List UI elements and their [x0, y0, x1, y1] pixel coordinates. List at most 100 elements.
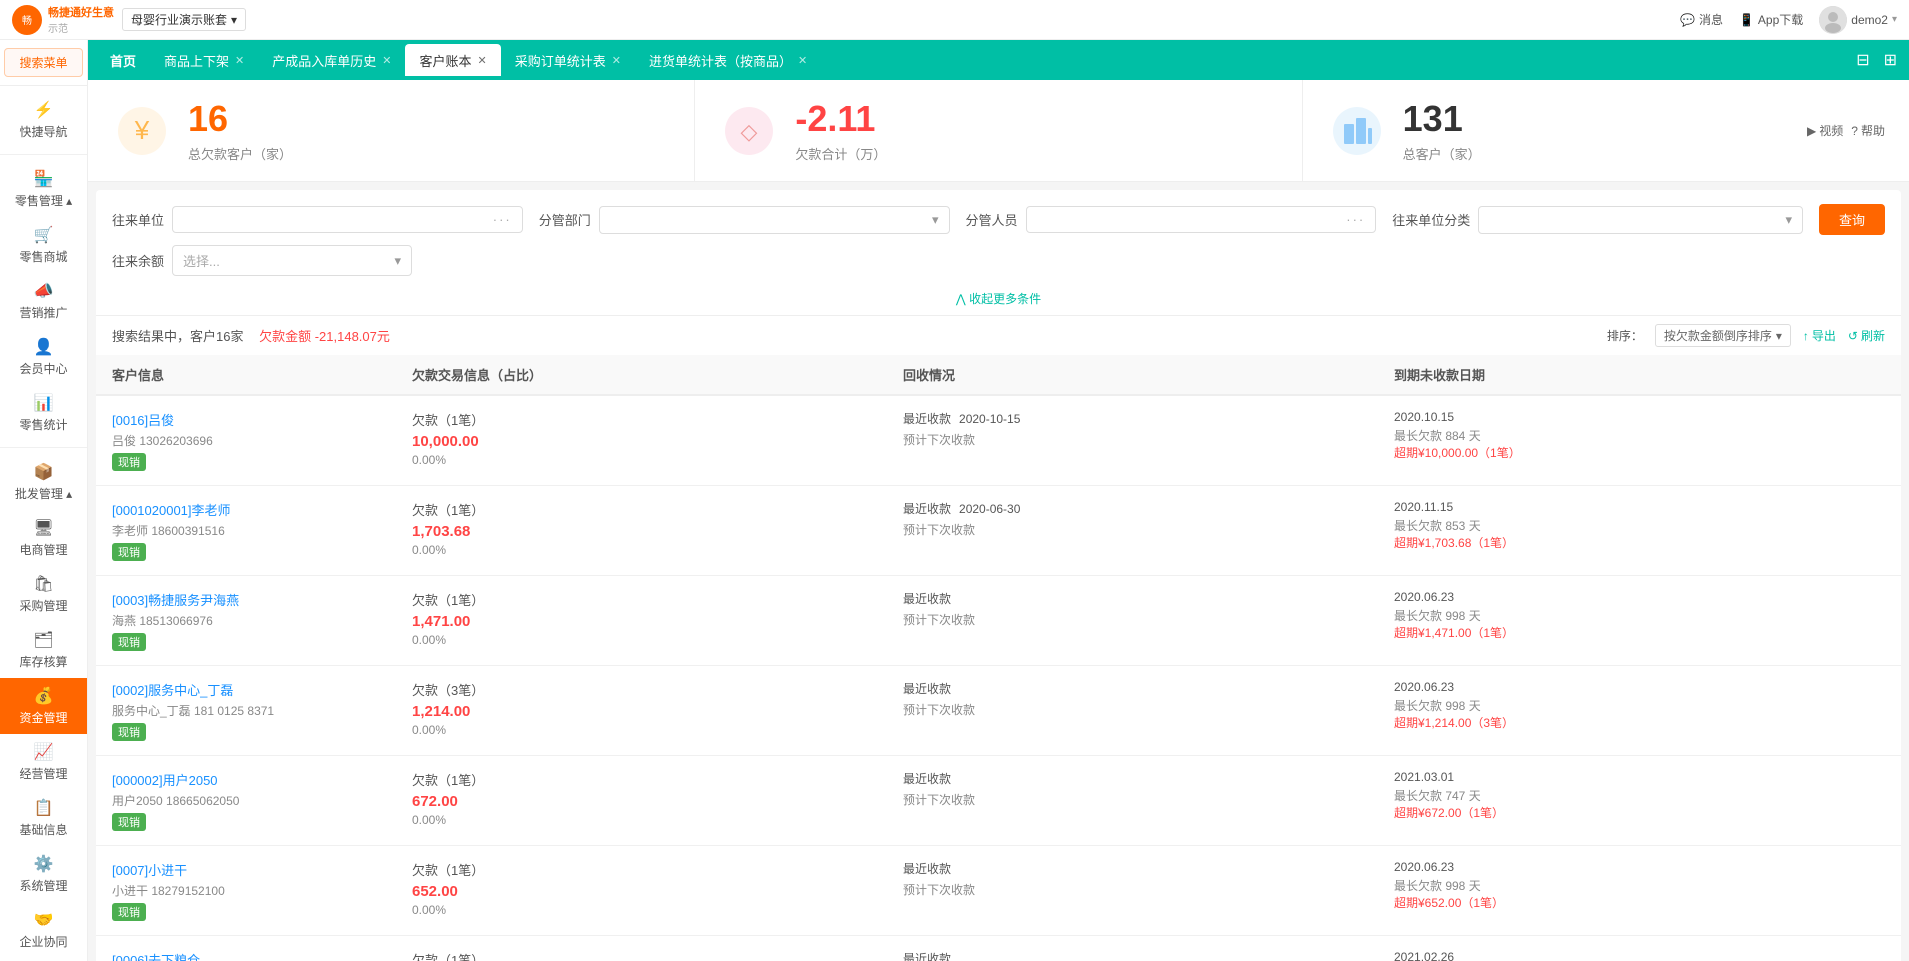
- collapse-btn[interactable]: ⋀ 收起更多条件: [112, 286, 1885, 315]
- export-icon: ↑: [1803, 329, 1809, 343]
- customer-name-0003[interactable]: [0003]畅捷服务尹海燕: [112, 590, 412, 609]
- from-unit-input[interactable]: ···: [172, 206, 523, 233]
- sort-select[interactable]: 按欠款金额倒序排序 ▾: [1655, 324, 1791, 347]
- overdue-amount-0003[interactable]: 超期¥1,471.00（1笔）: [1394, 624, 1885, 641]
- customer-name-0002[interactable]: [0002]服务中心_丁磊: [112, 680, 412, 699]
- table-row: [0016]吕俊 吕俊 13026203696 现销 欠款（1笔） 10,000…: [96, 396, 1901, 486]
- unit-class-select[interactable]: ▾: [1478, 206, 1803, 234]
- search-menu-btn[interactable]: 搜索菜单: [4, 48, 83, 77]
- svg-text:¥: ¥: [134, 115, 150, 145]
- customer-name-0001020001[interactable]: [0001020001]李老师: [112, 500, 412, 519]
- person-input[interactable]: ···: [1026, 206, 1377, 233]
- basic-info-icon: 📋: [34, 798, 54, 818]
- payment-info-0003: 最近收款 预计下次收款: [903, 590, 1394, 628]
- table-row: [0007]小进干 小进干 18279152100 现销 欠款（1笔） 652.…: [96, 846, 1901, 936]
- overdue-amount-0001020001[interactable]: 超期¥1,703.68（1笔）: [1394, 534, 1885, 551]
- customer-info-0006: [0006]去下粮仓 陈小希 现销: [112, 950, 412, 961]
- sidebar-item-retail-stats[interactable]: 📊 零售统计: [0, 385, 87, 441]
- tab-close-product-history[interactable]: ✕: [382, 54, 391, 67]
- logo-icon: 畅: [12, 5, 42, 35]
- overdue-info-000002: 2021.03.01 最长欠款 747 天 超期¥672.00（1笔）: [1394, 770, 1885, 821]
- col-header-customer: 客户信息: [112, 365, 412, 384]
- purchase-icon: 🛍: [33, 574, 53, 594]
- chevron-down-icon: ▾: [1892, 14, 1897, 25]
- sidebar-item-sys-mgmt[interactable]: ⚙️ 系统管理: [0, 846, 87, 902]
- table-row: [0006]去下粮仓 陈小希 现销 欠款（1笔） 455.90 0.00% 最近…: [96, 936, 1901, 961]
- overdue-amount-0007[interactable]: 超期¥652.00（1笔）: [1394, 894, 1885, 911]
- overdue-amount-000002[interactable]: 超期¥672.00（1笔）: [1394, 804, 1885, 821]
- customer-name-0016[interactable]: [0016]吕俊: [112, 410, 412, 429]
- user-menu[interactable]: demo2 ▾: [1819, 6, 1897, 34]
- sidebar-item-finance[interactable]: 💰 资金管理: [0, 678, 87, 734]
- filter-dept: 分管部门 ▾: [539, 206, 950, 234]
- overdue-info-0001020001: 2020.11.15 最长欠款 853 天 超期¥1,703.68（1笔）: [1394, 500, 1885, 551]
- retail-mgmt-icon: 🏪: [34, 169, 54, 189]
- sidebar-item-corp-collab[interactable]: 🤝 企业协同: [0, 902, 87, 958]
- stat-icon-total: [1327, 101, 1387, 161]
- filter-balance: 往来余额 选择... ▾: [112, 245, 412, 276]
- quick-nav-icon: ⚡: [34, 100, 54, 120]
- sidebar-item-basic-info[interactable]: 📋 基础信息: [0, 790, 87, 846]
- filter-area: 往来单位 ··· 分管部门 ▾: [96, 190, 1901, 315]
- sidebar-item-purchase[interactable]: 🛍 采购管理: [0, 566, 87, 622]
- corp-collab-icon: 🤝: [34, 910, 54, 930]
- sidebar-item-member[interactable]: 👤 会员中心: [0, 329, 87, 385]
- message-btn[interactable]: 💬 消息: [1680, 11, 1723, 28]
- stat-card-customers: ¥ 16 总欠款客户（家）: [88, 80, 695, 181]
- tab-close-customer-account[interactable]: ✕: [478, 54, 487, 67]
- org-selector[interactable]: 母婴行业演示账套 ▾: [122, 8, 246, 31]
- dept-label: 分管部门: [539, 210, 591, 229]
- tab-inbound-stats[interactable]: 进货单统计表（按商品） ✕: [635, 44, 821, 76]
- balance-select[interactable]: 选择... ▾: [172, 245, 412, 276]
- svg-text:畅: 畅: [22, 14, 32, 27]
- customer-name-000002[interactable]: [000002]用户2050: [112, 770, 412, 789]
- stat-icon-debt: ◇: [719, 101, 779, 161]
- chevron-down-icon: ▾: [231, 13, 237, 27]
- customer-name-0006[interactable]: [0006]去下粮仓: [112, 950, 412, 961]
- sidebar-item-operations[interactable]: 📈 经营管理: [0, 734, 87, 790]
- tab-close-purchase-stats[interactable]: ✕: [612, 54, 621, 67]
- logo: 畅 畅捷通好生意 示范: [12, 4, 114, 35]
- refresh-icon: ↺: [1848, 329, 1858, 343]
- sys-mgmt-icon: ⚙️: [34, 854, 54, 874]
- sidebar-item-quick-nav[interactable]: ⚡ 快捷导航: [0, 92, 87, 148]
- customer-name-0007[interactable]: [0007]小进干: [112, 860, 412, 879]
- sidebar-item-inventory[interactable]: 🗂 库存核算: [0, 622, 87, 678]
- tab-home[interactable]: 首页: [96, 44, 150, 76]
- payment-info-0016: 最近收款2020-10-15 预计下次收款: [903, 410, 1394, 448]
- col-header-payment: 回收情况: [903, 365, 1394, 384]
- tab-customer-account[interactable]: 客户账本 ✕: [405, 44, 500, 76]
- tab-product-history[interactable]: 产成品入库单历史 ✕: [258, 44, 405, 76]
- overdue-amount-0016[interactable]: 超期¥10,000.00（1笔）: [1394, 444, 1885, 461]
- stat-label-total: 总客户（家）: [1403, 144, 1481, 163]
- col-header-debt: 欠款交易信息（占比）: [412, 365, 903, 384]
- overdue-info-0007: 2020.06.23 最长欠款 998 天 超期¥652.00（1笔）: [1394, 860, 1885, 911]
- member-icon: 👤: [34, 337, 54, 357]
- sidebar-item-retail-mgmt[interactable]: 🏪 零售管理 ▴: [0, 161, 87, 217]
- maximize-btn[interactable]: ⊞: [1880, 50, 1901, 70]
- app-download-btn[interactable]: 📱 App下载: [1739, 11, 1803, 28]
- search-button[interactable]: 查询: [1819, 204, 1885, 235]
- help-btn[interactable]: ? 帮助: [1851, 122, 1885, 139]
- overdue-amount-0002[interactable]: 超期¥1,214.00（3笔）: [1394, 714, 1885, 731]
- table-row: [0003]畅捷服务尹海燕 海燕 18513066976 现销 欠款（1笔） 1…: [96, 576, 1901, 666]
- tab-product-shelf[interactable]: 商品上下架 ✕: [150, 44, 258, 76]
- sidebar-item-ecommerce[interactable]: 🖥 电商管理: [0, 510, 87, 566]
- tab-close-product-shelf[interactable]: ✕: [235, 54, 244, 67]
- sidebar-item-retail-shop[interactable]: 🛒 零售商城: [0, 217, 87, 273]
- sidebar-item-batch-mgmt[interactable]: 📦 批发管理 ▴: [0, 454, 87, 510]
- tab-close-inbound-stats[interactable]: ✕: [798, 54, 807, 67]
- operations-icon: 📈: [34, 742, 54, 762]
- payment-info-0002: 最近收款 预计下次收款: [903, 680, 1394, 718]
- minimize-btn[interactable]: ⊟: [1852, 50, 1873, 70]
- tab-purchase-stats[interactable]: 采购订单统计表 ✕: [501, 44, 635, 76]
- table-header: 客户信息 欠款交易信息（占比） 回收情况 到期未收款日期: [96, 355, 1901, 396]
- dept-select[interactable]: ▾: [599, 206, 950, 234]
- customer-info-0001020001: [0001020001]李老师 李老师 18600391516 现销: [112, 500, 412, 561]
- sidebar-item-marketing[interactable]: 📣 营销推广: [0, 273, 87, 329]
- refresh-btn[interactable]: ↺ 刷新: [1848, 327, 1885, 344]
- export-btn[interactable]: ↑ 导出: [1803, 327, 1836, 344]
- video-help-btn[interactable]: ▶ 视频: [1807, 122, 1843, 139]
- debt-info-0003: 欠款（1笔） 1,471.00 0.00%: [412, 590, 903, 647]
- stat-number-debt: -2.11: [795, 98, 886, 140]
